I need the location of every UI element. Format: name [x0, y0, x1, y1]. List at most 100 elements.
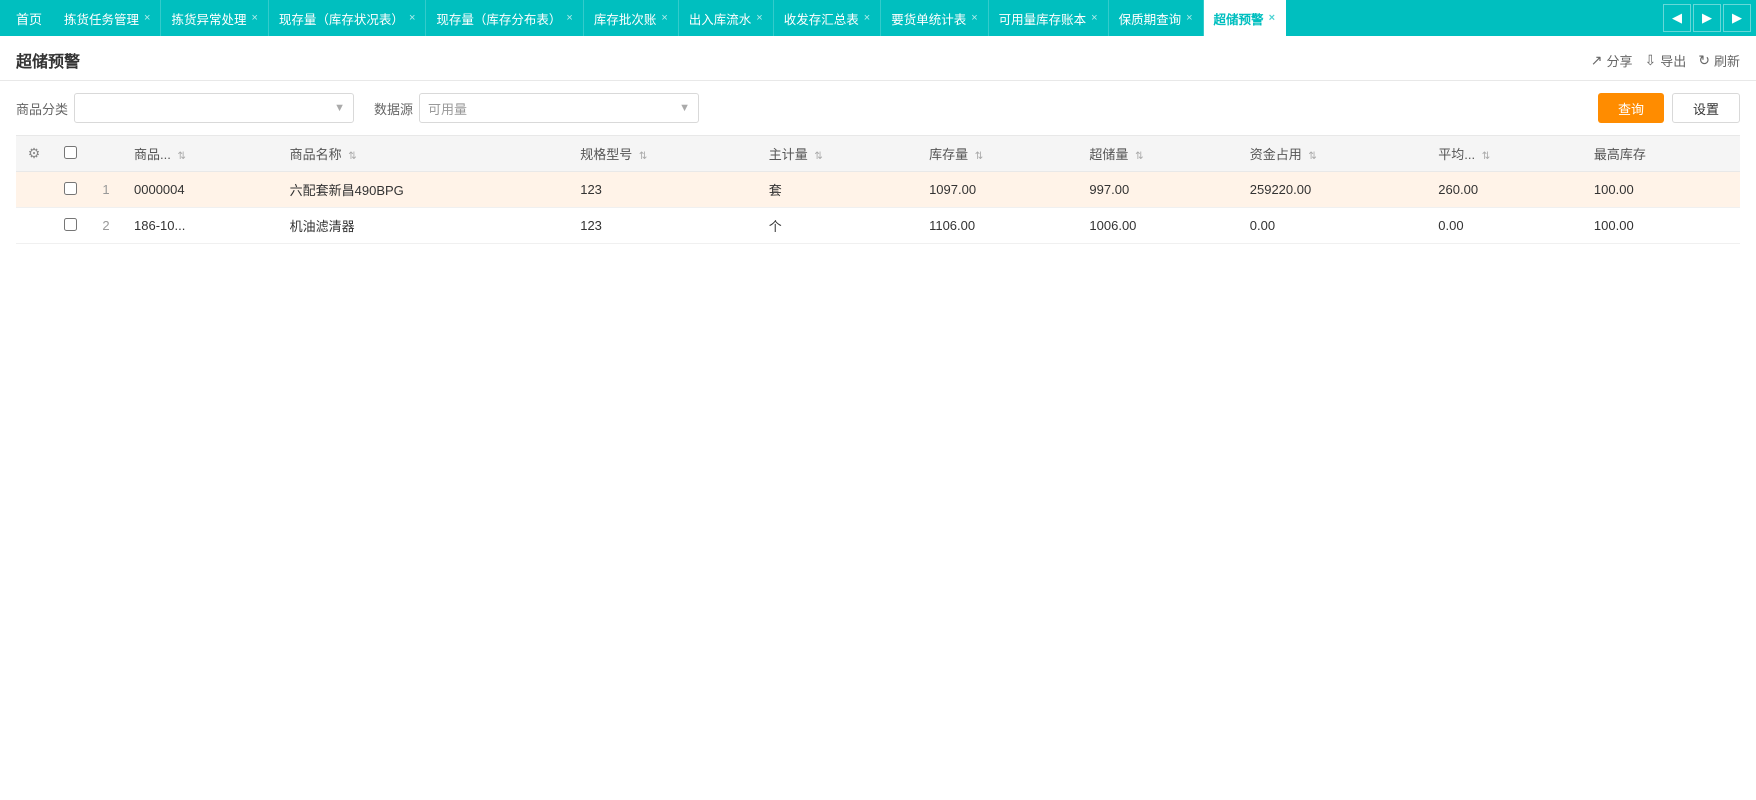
- close-icon[interactable]: ×: [251, 12, 257, 24]
- nav-next-button[interactable]: ▶: [1693, 4, 1721, 32]
- row-settings-cell: [16, 208, 52, 244]
- sort-icon: ⇅: [1482, 151, 1490, 162]
- nav-home[interactable]: 首页: [4, 0, 54, 36]
- share-icon: ↗: [1591, 52, 1603, 69]
- nav-tab-yaohuo-tongji[interactable]: 要货单统计表 ×: [881, 0, 988, 36]
- nav-prev-button[interactable]: ◀: [1663, 4, 1691, 32]
- row-spec: 123: [570, 172, 759, 208]
- sort-icon: ⇅: [177, 151, 185, 162]
- row-spec: 123: [570, 208, 759, 244]
- sort-icon: ⇅: [639, 151, 647, 162]
- close-icon[interactable]: ×: [756, 12, 762, 24]
- col-average[interactable]: 平均... ⇅: [1428, 136, 1584, 172]
- nav-tab-jianhuorenwuguanli[interactable]: 拣货任务管理 ×: [54, 0, 161, 36]
- data-source-label: 数据源: [374, 99, 413, 118]
- nav-tab-churukuliushui[interactable]: 出入库流水 ×: [679, 0, 774, 36]
- col-product-name[interactable]: 商品名称 ⇅: [280, 136, 571, 172]
- header-actions: ↗ 分享 ⇩ 导出 ↻ 刷新: [1591, 51, 1740, 70]
- col-checkbox: [52, 136, 88, 172]
- nav-tab-baozhi-chaxun[interactable]: 保质期查询 ×: [1109, 0, 1204, 36]
- close-icon[interactable]: ×: [566, 12, 572, 24]
- page-title: 超储预警: [16, 48, 80, 72]
- nav-tab-xiancunliang-fenbiao[interactable]: 现存量（库存分布表） ×: [426, 0, 583, 36]
- export-button[interactable]: ⇩ 导出: [1645, 51, 1687, 70]
- top-navigation: 首页 拣货任务管理 × 拣货异常处理 × 现存量（库存状况表） × 现存量（库存…: [0, 0, 1756, 36]
- row-checkbox-cell: [52, 208, 88, 244]
- data-table: ⚙ 商品... ⇅ 商品名称 ⇅ 规格型号: [16, 135, 1740, 244]
- col-spec[interactable]: 规格型号 ⇅: [570, 136, 759, 172]
- nav-tab-jianhuo-yichang[interactable]: 拣货异常处理 ×: [161, 0, 268, 36]
- row-capital-occupied: 259220.00: [1240, 172, 1429, 208]
- row-number: 2: [88, 208, 124, 244]
- close-icon[interactable]: ×: [1186, 12, 1192, 24]
- close-icon[interactable]: ×: [409, 12, 415, 24]
- nav-arrows: ◀ ▶ ▶: [1662, 4, 1752, 32]
- table-row: 1 0000004 六配套新昌490BPG 123 套 1097.00 997.…: [16, 172, 1740, 208]
- gear-icon[interactable]: ⚙: [28, 145, 41, 161]
- filter-area: 商品分类 ▼ 数据源 可用量 ▼ 查询 设置: [0, 81, 1756, 135]
- product-category-filter: 商品分类 ▼: [16, 93, 354, 123]
- row-capital-occupied: 0.00: [1240, 208, 1429, 244]
- row-product-code: 0000004: [124, 172, 280, 208]
- row-overstock: 1006.00: [1079, 208, 1239, 244]
- row-average: 0.00: [1428, 208, 1584, 244]
- page-header: 超储预警 ↗ 分享 ⇩ 导出 ↻ 刷新: [0, 36, 1756, 81]
- row-product-name: 六配套新昌490BPG: [280, 172, 571, 208]
- refresh-icon: ↻: [1698, 52, 1710, 69]
- data-source-value: 可用量: [428, 99, 679, 118]
- nav-expand-button[interactable]: ▶: [1723, 4, 1751, 32]
- select-all-checkbox[interactable]: [64, 146, 77, 159]
- page-container: 超储预警 ↗ 分享 ⇩ 导出 ↻ 刷新 商品分类 ▼ 数据源: [0, 36, 1756, 800]
- col-stock[interactable]: 库存量 ⇅: [919, 136, 1079, 172]
- table-header-row: ⚙ 商品... ⇅ 商品名称 ⇅ 规格型号: [16, 136, 1740, 172]
- close-icon[interactable]: ×: [864, 12, 870, 24]
- product-category-select[interactable]: ▼: [74, 93, 354, 123]
- chevron-down-icon: ▼: [334, 102, 345, 114]
- col-product-code[interactable]: 商品... ⇅: [124, 136, 280, 172]
- nav-tab-keyongliang-zhangben[interactable]: 可用量库存账本 ×: [989, 0, 1109, 36]
- row-checkbox-cell: [52, 172, 88, 208]
- settings-button[interactable]: 设置: [1672, 93, 1740, 123]
- export-icon: ⇩: [1645, 52, 1657, 69]
- row-max-stock: 100.00: [1584, 172, 1740, 208]
- query-button[interactable]: 查询: [1598, 93, 1664, 123]
- row-stock: 1097.00: [919, 172, 1079, 208]
- sort-icon: ⇅: [975, 151, 983, 162]
- row-checkbox[interactable]: [64, 182, 77, 195]
- col-max-stock[interactable]: 最高库存: [1584, 136, 1740, 172]
- row-unit: 个: [759, 208, 919, 244]
- col-capital-occupied[interactable]: 资金占用 ⇅: [1240, 136, 1429, 172]
- col-overstock[interactable]: 超储量 ⇅: [1079, 136, 1239, 172]
- close-icon[interactable]: ×: [971, 12, 977, 24]
- sort-icon: ⇅: [1308, 151, 1316, 162]
- row-checkbox[interactable]: [64, 218, 77, 231]
- chevron-down-icon: ▼: [679, 102, 690, 114]
- row-settings-cell: [16, 172, 52, 208]
- product-category-label: 商品分类: [16, 99, 68, 118]
- row-product-name: 机油滤清器: [280, 208, 571, 244]
- table-body: 1 0000004 六配套新昌490BPG 123 套 1097.00 997.…: [16, 172, 1740, 244]
- close-icon[interactable]: ×: [1269, 12, 1275, 24]
- refresh-button[interactable]: ↻ 刷新: [1698, 51, 1740, 70]
- close-icon[interactable]: ×: [661, 12, 667, 24]
- nav-tab-shoufacun-huizong[interactable]: 收发存汇总表 ×: [774, 0, 881, 36]
- sort-icon: ⇅: [348, 151, 356, 162]
- filter-buttons: 查询 设置: [1598, 93, 1740, 123]
- row-overstock: 997.00: [1079, 172, 1239, 208]
- nav-tab-kucun-pizhang[interactable]: 库存批次账 ×: [584, 0, 679, 36]
- row-number: 1: [88, 172, 124, 208]
- nav-tab-xiancunliang-kuangzhuang[interactable]: 现存量（库存状况表） ×: [269, 0, 426, 36]
- sort-icon: ⇅: [814, 151, 822, 162]
- col-settings: ⚙: [16, 136, 52, 172]
- nav-tab-chaochuyujing[interactable]: 超储预警 ×: [1204, 0, 1286, 36]
- data-source-select[interactable]: 可用量 ▼: [419, 93, 699, 123]
- row-unit: 套: [759, 172, 919, 208]
- close-icon[interactable]: ×: [1091, 12, 1097, 24]
- close-icon[interactable]: ×: [144, 12, 150, 24]
- col-unit[interactable]: 主计量 ⇅: [759, 136, 919, 172]
- table-container: ⚙ 商品... ⇅ 商品名称 ⇅ 规格型号: [0, 135, 1756, 244]
- col-rownum: [88, 136, 124, 172]
- share-button[interactable]: ↗ 分享: [1591, 51, 1633, 70]
- data-source-filter: 数据源 可用量 ▼: [374, 93, 699, 123]
- row-stock: 1106.00: [919, 208, 1079, 244]
